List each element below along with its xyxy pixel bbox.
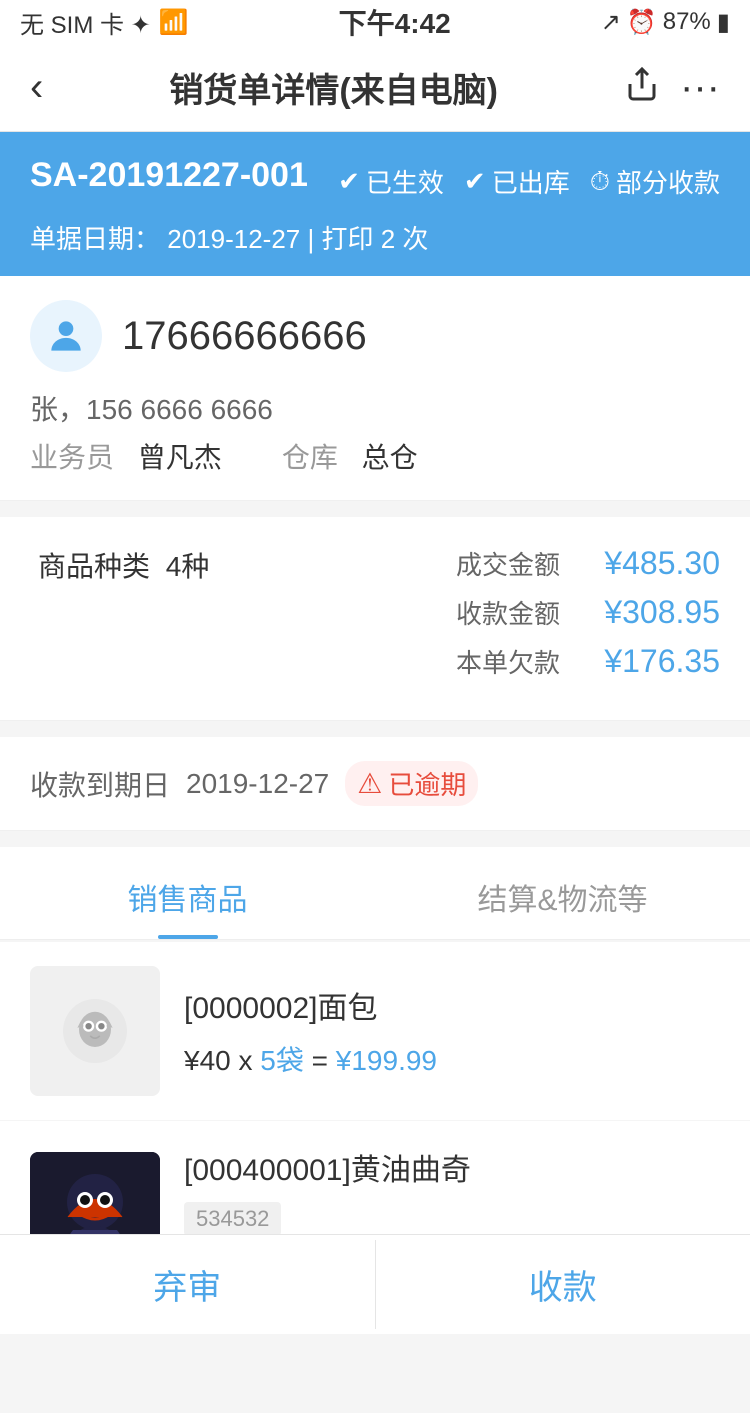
salesman-info: 业务员 曾凡杰 [30,436,222,476]
tabs-bar: 销售商品 结算&物流等 [0,847,750,940]
wifi-icon: 📶 [159,8,189,37]
customer-meta: 业务员 曾凡杰 仓库 总仓 [30,436,720,476]
check-icon-1: ✔ [338,166,360,197]
battery-icon: ▮ [717,8,730,37]
salesman-label: 业务员 [30,442,114,473]
customer-name: 张，156 6666 6666 [30,388,720,428]
warehouse-info: 仓库 总仓 [282,436,418,476]
warehouse-value: 总仓 [362,442,418,473]
status-time: 下午4:42 [339,2,451,42]
due-section: 收款到期日 2019-12-27 ⚠ 已逾期 [0,737,750,831]
due-label: 收款到期日 [30,764,170,804]
product-price-1: ¥40 x 5袋 = ¥199.99 [184,1039,720,1079]
print-count: 2 [381,224,395,254]
status-partial-payment: ⏱ 部分收款 [590,163,720,200]
product-thumbnail-1 [30,966,160,1096]
collection-label: 收款金额 [456,594,560,631]
status-bar: 无 SIM 卡 ✦ 📶 下午4:42 ↗ ⏰ 87% ▮ [0,0,750,44]
more-button[interactable]: ··· [680,65,720,110]
order-status-row: ✔ 已生效 ✔ 已出库 ⏱ 部分收款 [338,163,720,200]
qty-1: 5袋 [260,1045,304,1076]
nav-left: ‹ [30,65,43,110]
deal-amount-value: ¥485.30 [580,545,720,582]
print-label: | 打印 [307,224,373,254]
order-date: 2019-12-27 [167,224,300,254]
deal-amount-row: 成交金额 ¥485.30 [456,545,720,582]
print-suffix: 次 [402,224,428,254]
nav-right: ··· [624,65,720,110]
collect-payment-button[interactable]: 收款 [376,1240,750,1329]
product-type-label: 商品种类 [38,551,150,582]
product-name-2: [000400001]黄油曲奇 [184,1145,720,1189]
back-button[interactable]: ‹ [30,65,43,110]
nav-title: 销货单详情(来自电脑) [169,63,498,112]
collection-row: 收款金额 ¥308.95 [456,594,720,631]
overdue-badge: ⚠ 已逾期 [345,761,478,806]
avatar [30,300,102,372]
price-1: ¥40 [184,1045,231,1076]
check-icon-2: ✔ [464,166,486,197]
nav-bar: ‹ 销货单详情(来自电脑) ··· [0,44,750,132]
share-button[interactable] [624,66,660,110]
customer-phone: 17666666666 [122,314,367,359]
order-id: SA-20191227-001 [30,156,308,195]
customer-section: 17666666666 张，156 6666 6666 业务员 曾凡杰 仓库 总… [0,276,750,501]
order-banner: SA-20191227-001 ✔ 已生效 ✔ 已出库 ⏱ 部分收款 单据日期：… [0,132,750,276]
debt-label: 本单欠款 [456,643,560,680]
clock-icon: ⏱ [590,166,610,198]
due-date: 2019-12-27 [186,768,329,800]
collection-value: ¥308.95 [580,594,720,631]
thumb-inner-1 [30,966,160,1096]
summary-right: 成交金额 ¥485.30 收款金额 ¥308.95 本单欠款 ¥176.35 [456,545,720,692]
status-shipped: ✔ 已出库 [464,163,570,200]
overdue-label: 已逾期 [388,765,466,802]
status-activated: ✔ 已生效 [338,163,444,200]
product-name-1: [0000002]面包 [184,983,720,1027]
battery-text: 87% [663,8,711,36]
location-icon: ↗ [601,8,621,37]
no-sim-text: 无 SIM 卡 ✦ [20,5,151,40]
status-left: 无 SIM 卡 ✦ 📶 [20,5,189,40]
debt-value: ¥176.35 [580,643,720,680]
product-item: [0000002]面包 ¥40 x 5袋 = ¥199.99 [0,942,750,1121]
date-label: 单据日期： [30,224,160,254]
product-tag-2: 534532 [184,1202,281,1236]
product-type-row: 商品种类 4种 [30,545,209,585]
debt-row: 本单欠款 ¥176.35 [456,643,720,680]
abandon-review-button[interactable]: 弃审 [0,1240,376,1329]
bottom-bar: 弃审 收款 [0,1234,750,1334]
status-right: ↗ ⏰ 87% ▮ [601,8,730,37]
product-type-value: 4种 [166,551,210,582]
customer-top: 17666666666 [30,300,720,372]
summary-left: 商品种类 4种 [30,545,209,589]
order-date-row: 单据日期： 2019-12-27 | 打印 2 次 [30,219,720,256]
product-info-1: [0000002]面包 ¥40 x 5袋 = ¥199.99 [184,983,720,1079]
summary-section: 商品种类 4种 成交金额 ¥485.30 收款金额 ¥308.95 本单欠款 ¥… [0,517,750,721]
overdue-icon: ⚠ [357,767,382,800]
warehouse-label: 仓库 [282,442,338,473]
total-1: ¥199.99 [336,1045,437,1076]
alarm-icon: ⏰ [627,8,657,37]
tab-settlement-logistics[interactable]: 结算&物流等 [375,847,750,939]
salesman-value: 曾凡杰 [138,442,222,473]
deal-amount-label: 成交金额 [456,545,560,582]
tab-sales-products[interactable]: 销售商品 [0,847,375,939]
